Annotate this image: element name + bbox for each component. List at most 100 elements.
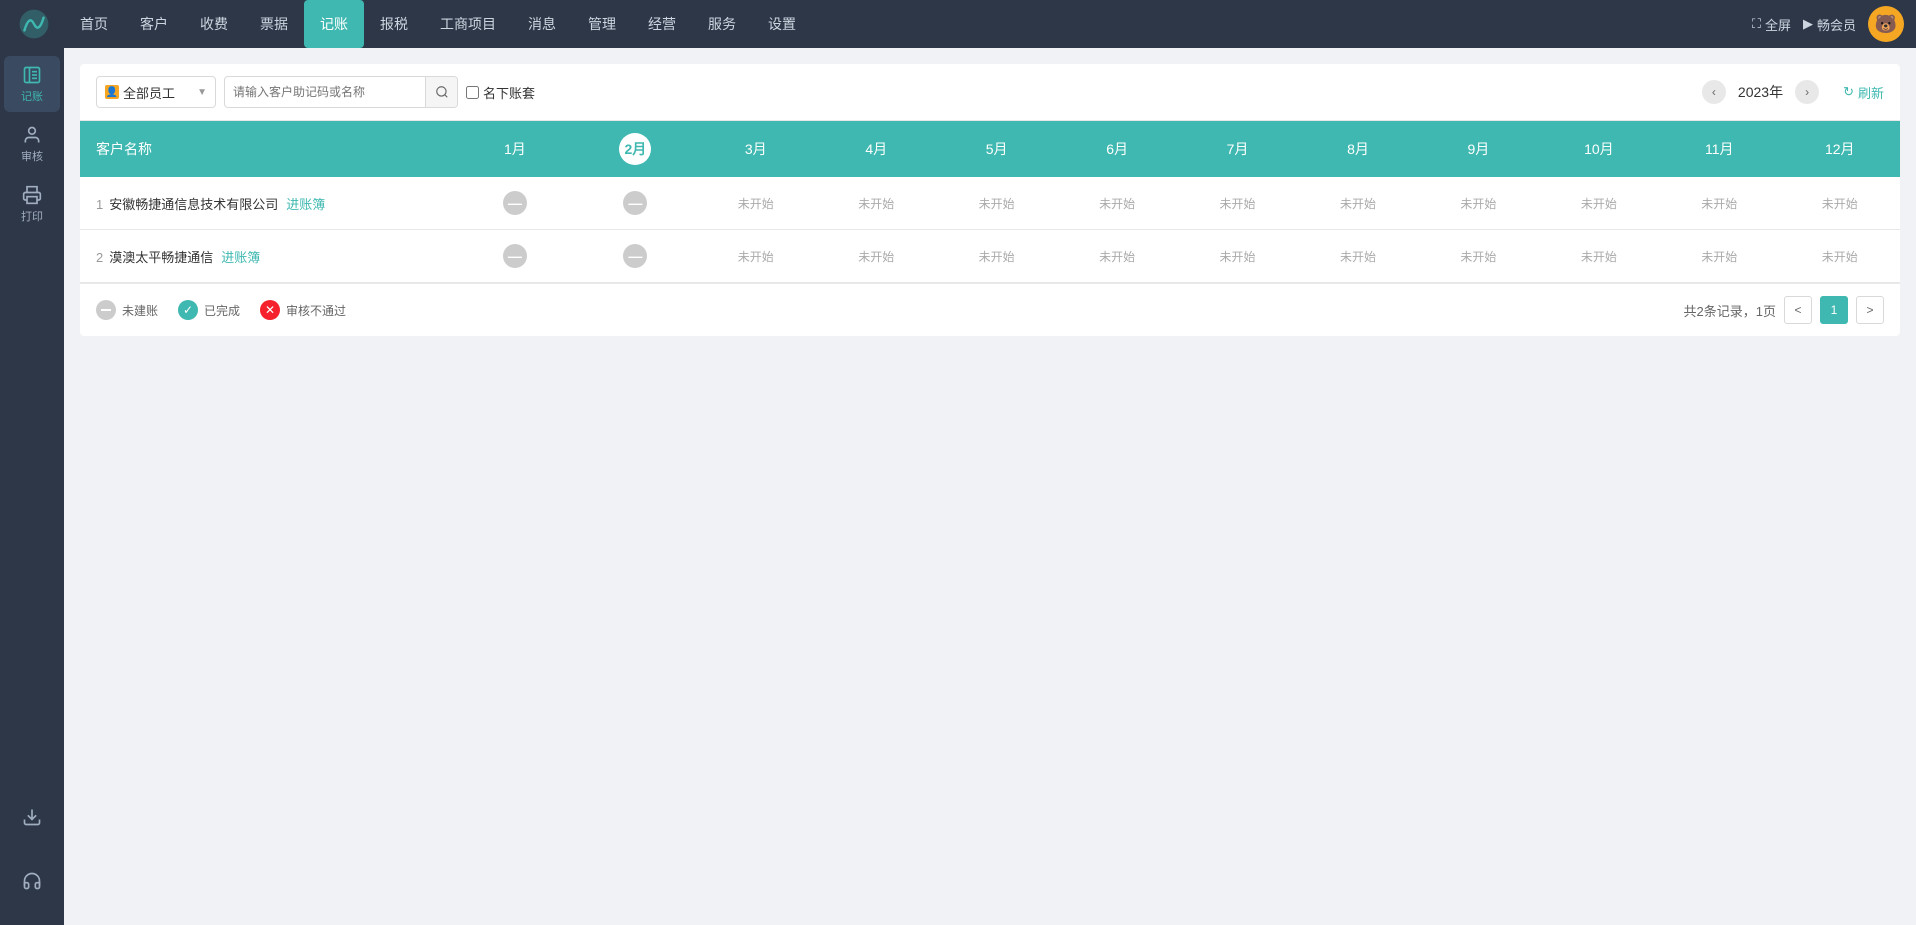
not-started-label: 未开始 <box>858 250 894 264</box>
refresh-label: 刷新 <box>1858 83 1884 102</box>
status-dash-icon: — <box>503 191 527 215</box>
month-cell-1: — <box>455 230 575 283</box>
sidebar: 记账 审核 打印 <box>0 48 64 925</box>
app-logo <box>12 2 56 46</box>
top-navigation: 首页 客户 收费 票据 记账 报税 工商项目 消息 管理 经营 服务 设置 ⛶ … <box>0 0 1916 48</box>
nav-invoice[interactable]: 票据 <box>244 0 304 48</box>
employee-select[interactable]: 👤 全部员工 ▼ <box>96 76 216 108</box>
not-started-label: 未开始 <box>1460 197 1496 211</box>
next-year-button[interactable]: › <box>1795 80 1819 104</box>
not-started-label: 未开始 <box>1822 250 1858 264</box>
fullscreen-label: 全屏 <box>1765 15 1791 34</box>
refresh-button[interactable]: ↻ 刷新 <box>1843 83 1884 102</box>
nav-customer[interactable]: 客户 <box>124 0 184 48</box>
table-scroll-wrap[interactable]: 客户名称 1月 2月 3月 4月 5月 6月 7月 8月 9月 10月 11月 <box>80 121 1900 283</box>
not-started-label: 未开始 <box>1460 250 1496 264</box>
not-started-label: 未开始 <box>1340 197 1376 211</box>
my-accounts-checkbox[interactable] <box>466 86 479 99</box>
user-avatar[interactable]: 🐻 <box>1868 6 1904 42</box>
fullscreen-button[interactable]: ⛶ 全屏 <box>1752 15 1791 34</box>
month-cell-11: 未开始 <box>1659 177 1779 230</box>
year-nav: ‹ 2023年 › <box>1702 80 1819 104</box>
nav-operation[interactable]: 经营 <box>632 0 692 48</box>
month-cell-3: 未开始 <box>696 230 816 283</box>
prev-page-button[interactable]: < <box>1784 296 1812 324</box>
nav-settings[interactable]: 设置 <box>752 0 812 48</box>
legend-gray-dot <box>96 300 116 320</box>
chevron-down-icon: ▼ <box>197 87 207 98</box>
nav-message[interactable]: 消息 <box>512 0 572 48</box>
sidebar-support[interactable] <box>4 853 60 909</box>
col-month-1: 1月 <box>455 121 575 177</box>
not-started-label: 未开始 <box>1220 197 1256 211</box>
search-button[interactable] <box>425 76 457 108</box>
row-number: 2 <box>96 250 103 265</box>
sidebar-review-label: 审核 <box>21 148 43 164</box>
sidebar-download[interactable] <box>4 789 60 845</box>
month-cell-4: 未开始 <box>816 177 936 230</box>
refresh-icon: ↻ <box>1843 84 1854 100</box>
nav-home[interactable]: 首页 <box>64 0 124 48</box>
col-month-4: 4月 <box>816 121 936 177</box>
table-footer: 未建账 ✓ 已完成 ✕ 审核不通过 共2条记录，1页 < 1 > <box>80 283 1900 336</box>
legend-red-dot: ✕ <box>260 300 280 320</box>
year-display: 2023年 <box>1738 82 1783 102</box>
month-cell-2: — <box>575 230 695 283</box>
employee-icon: 👤 <box>105 85 119 99</box>
search-wrap <box>224 76 458 108</box>
book-icon <box>22 65 42 85</box>
nav-business[interactable]: 工商项目 <box>424 0 512 48</box>
nav-service[interactable]: 服务 <box>692 0 752 48</box>
enter-ledger-link[interactable]: 进账簿 <box>221 250 260 265</box>
col-month-3: 3月 <box>696 121 816 177</box>
page-1-button[interactable]: 1 <box>1820 296 1848 324</box>
sidebar-item-review[interactable]: 审核 <box>4 116 60 172</box>
employee-select-text: 全部员工 <box>123 83 193 102</box>
legend-teal-dot: ✓ <box>178 300 198 320</box>
legend-not-built-label: 未建账 <box>122 302 158 319</box>
enter-ledger-link[interactable]: 进账簿 <box>286 197 325 212</box>
nav-manage[interactable]: 管理 <box>572 0 632 48</box>
next-page-button[interactable]: > <box>1856 296 1884 324</box>
sidebar-item-print[interactable]: 打印 <box>4 176 60 232</box>
month-cell-7: 未开始 <box>1177 230 1297 283</box>
nav-right-area: ⛶ 全屏 ▶ 畅会员 🐻 <box>1752 6 1904 42</box>
not-started-label: 未开始 <box>1701 197 1737 211</box>
client-name-cell: 1安徽畅捷通信息技术有限公司进账簿 <box>80 177 455 230</box>
month-cell-1: — <box>455 177 575 230</box>
checkbox-label[interactable]: 名下账套 <box>466 83 535 102</box>
prev-year-button[interactable]: ‹ <box>1702 80 1726 104</box>
month-cell-12: 未开始 <box>1780 230 1900 283</box>
nav-accounting[interactable]: 记账 <box>304 0 364 48</box>
sidebar-accounting-label: 记账 <box>21 88 43 104</box>
month-cell-8: 未开始 <box>1298 177 1418 230</box>
legend-rejected: ✕ 审核不通过 <box>260 300 346 320</box>
not-started-label: 未开始 <box>1822 197 1858 211</box>
fullscreen-icon: ⛶ <box>1752 16 1761 32</box>
month-cell-6: 未开始 <box>1057 230 1177 283</box>
legend-rejected-label: 审核不通过 <box>286 302 346 319</box>
month-cell-9: 未开始 <box>1418 230 1538 283</box>
month-cell-2: — <box>575 177 695 230</box>
month-cell-4: 未开始 <box>816 230 936 283</box>
search-input[interactable] <box>225 85 425 99</box>
not-started-label: 未开始 <box>1099 197 1135 211</box>
legend-completed-label: 已完成 <box>204 302 240 319</box>
sidebar-item-accounting[interactable]: 记账 <box>4 56 60 112</box>
not-started-label: 未开始 <box>1099 250 1135 264</box>
nav-billing[interactable]: 收费 <box>184 0 244 48</box>
month-cell-3: 未开始 <box>696 177 816 230</box>
month-cell-8: 未开始 <box>1298 230 1418 283</box>
main-layout: 记账 审核 打印 <box>0 48 1916 925</box>
pagination: 共2条记录，1页 < 1 > <box>1684 296 1884 324</box>
headset-icon <box>22 871 42 891</box>
status-dash-icon: — <box>623 244 647 268</box>
month-cell-11: 未开始 <box>1659 230 1779 283</box>
legend-not-built: 未建账 <box>96 300 158 320</box>
client-name-cell: 2漠澳太平畅捷通信进账簿 <box>80 230 455 283</box>
content-area: 👤 全部员工 ▼ 名下账套 ‹ <box>64 48 1916 925</box>
nav-tax[interactable]: 报税 <box>364 0 424 48</box>
status-dash-icon: — <box>623 191 647 215</box>
col-month-6: 6月 <box>1057 121 1177 177</box>
member-button[interactable]: ▶ 畅会员 <box>1803 15 1856 34</box>
